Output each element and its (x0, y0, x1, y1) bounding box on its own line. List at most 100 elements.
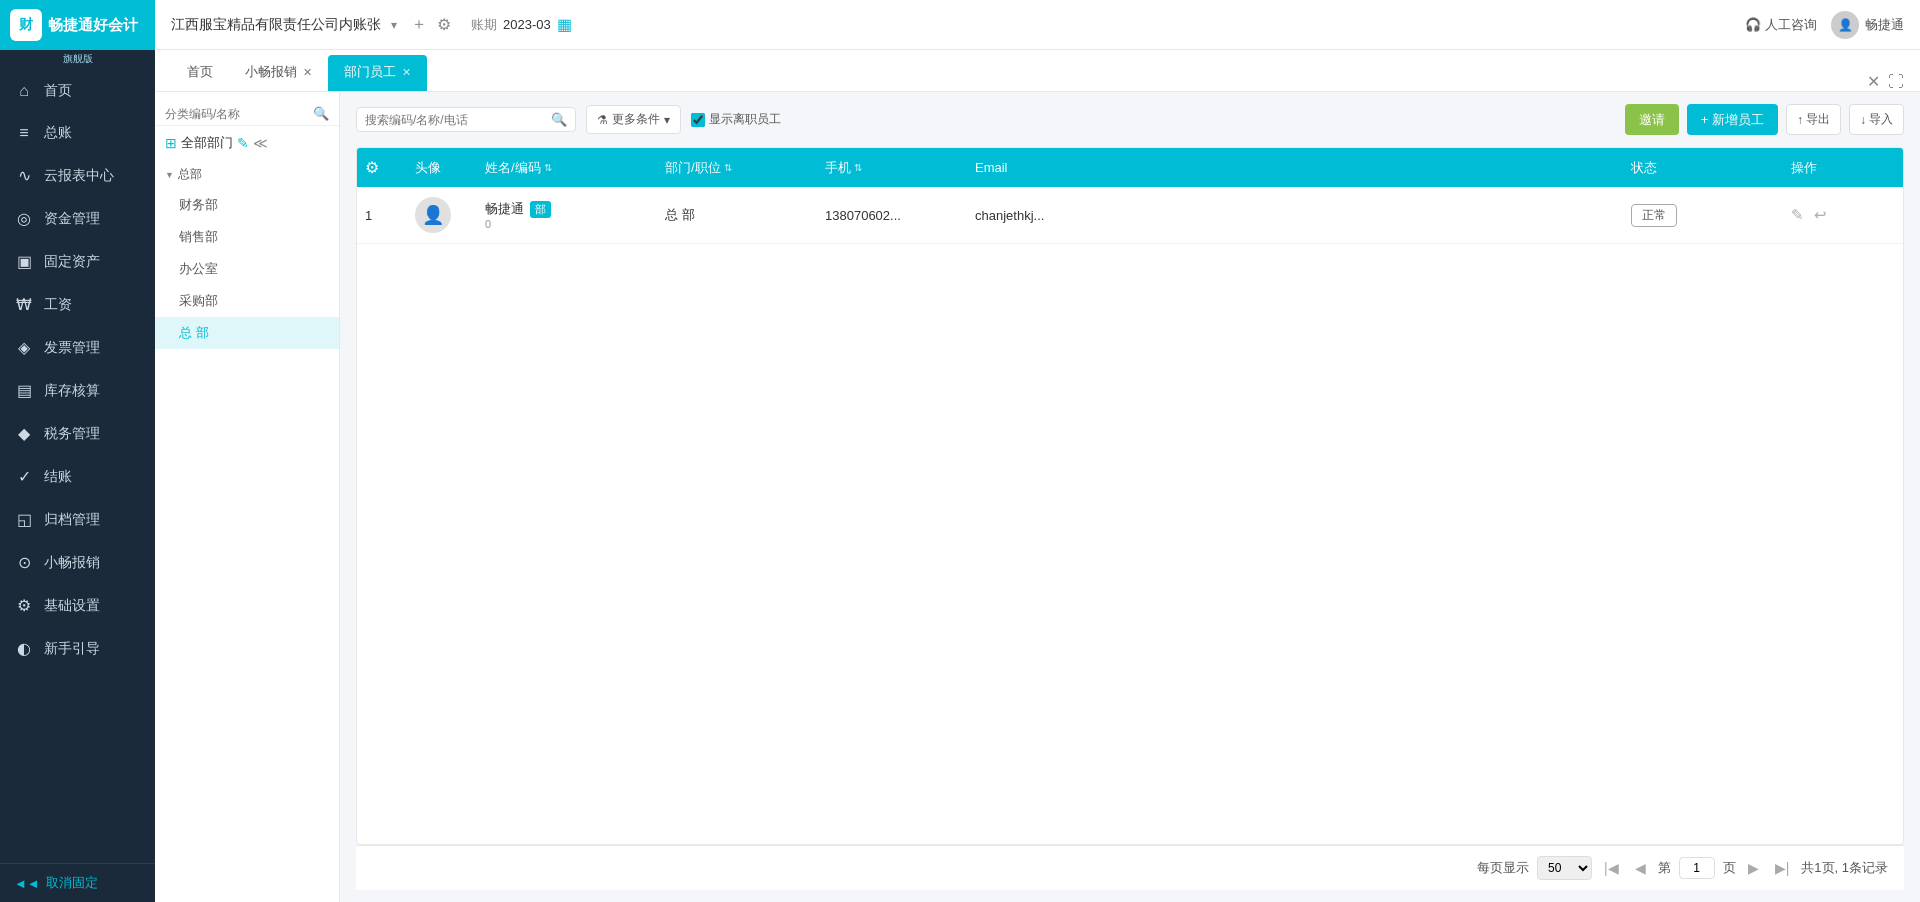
tab-close-all-icon[interactable]: ✕ (1867, 72, 1880, 91)
dept-collapse-icon[interactable]: ≪ (253, 135, 268, 151)
sidebar-item-tax[interactable]: ◆ 税务管理 (0, 412, 155, 455)
tab-expense-close[interactable]: ✕ (303, 66, 312, 79)
page-label: 页 (1723, 859, 1736, 877)
sidebar-item-expense[interactable]: ⊙ 小畅报销 (0, 541, 155, 584)
sidebar-item-checkout[interactable]: ✓ 结账 (0, 455, 155, 498)
sidebar-item-label: 资金管理 (44, 210, 100, 228)
tab-home[interactable]: 首页 (171, 55, 229, 91)
th-email: Email (967, 148, 1623, 187)
user-menu[interactable]: 👤 畅捷通 (1831, 11, 1904, 39)
dept-edit-icon[interactable]: ✎ (237, 135, 249, 151)
sidebar-item-inventory[interactable]: ▤ 库存核算 (0, 369, 155, 412)
dept-action-icons: ✎ ≪ (237, 135, 268, 151)
sidebar-nav: ⌂ 首页 ≡ 总账 ∿ 云报表中心 ◎ 资金管理 ▣ 固定资产 ₩ 工资 ◈ 发… (0, 70, 155, 863)
invoice-icon: ◈ (14, 338, 34, 357)
table-row: 1 👤 畅捷通 部 0 总 部 138070602... (357, 187, 1903, 244)
show-resigned-checkbox[interactable] (691, 113, 705, 127)
dept-item-purchase[interactable]: 采购部 (155, 285, 339, 317)
prev-page-button[interactable]: ◀ (1631, 858, 1650, 878)
sidebar-item-payroll[interactable]: ₩ 工资 (0, 283, 155, 326)
emp-search-icon[interactable]: 🔍 (551, 112, 567, 127)
th-dept-label: 部门/职位 (665, 159, 721, 177)
grid-icon: ⊞ (165, 135, 177, 151)
app-logo: 财 畅捷通好会计 (0, 0, 155, 50)
tab-expand-icon[interactable]: ⛶ (1888, 73, 1904, 91)
sidebar-item-archive[interactable]: ◱ 归档管理 (0, 498, 155, 541)
sidebar-item-settings[interactable]: ⚙ 基础设置 (0, 584, 155, 627)
period-value: 2023-03 (503, 17, 551, 32)
td-status: 正常 (1623, 194, 1783, 237)
reports-icon: ∿ (14, 166, 34, 185)
th-status: 状态 (1623, 148, 1783, 187)
emp-search-input[interactable] (365, 113, 545, 127)
topbar-settings-icon[interactable]: ⚙ (437, 15, 451, 34)
export-button[interactable]: ↑ 导出 (1786, 104, 1841, 135)
payroll-icon: ₩ (14, 295, 34, 314)
logout-icon[interactable]: ↩ (1814, 206, 1827, 224)
td-email: chanjethkj... (967, 198, 1623, 233)
page-input[interactable] (1679, 857, 1715, 879)
page-size-select[interactable]: 50 10 20 100 (1537, 856, 1592, 880)
invite-button[interactable]: 邀请 (1625, 104, 1679, 135)
th-dept-position[interactable]: 部门/职位 ⇅ (657, 148, 817, 187)
th-settings[interactable]: ⚙ (357, 148, 407, 187)
cancel-pin-button[interactable]: ◄◄ 取消固定 (0, 863, 155, 902)
main-area: 江西服宝精品有限责任公司内账张 ▾ ＋ ⚙ 账期 2023-03 ▦ 🎧 人工咨… (155, 0, 1920, 902)
sidebar-item-reports[interactable]: ∿ 云报表中心 (0, 154, 155, 197)
company-dropdown-icon[interactable]: ▾ (391, 18, 397, 32)
dept-tree: 总部 财务部 销售部 办公室 采购部 总 部 (155, 160, 339, 349)
page-di-label: 第 (1658, 859, 1671, 877)
add-emp-button[interactable]: + 新增员工 (1687, 104, 1778, 135)
sidebar-item-invoice[interactable]: ◈ 发票管理 (0, 326, 155, 369)
checkout-icon: ✓ (14, 467, 34, 486)
emp-search-box[interactable]: 🔍 (356, 107, 576, 132)
export-icon: ↑ (1797, 113, 1803, 127)
dept-item-general[interactable]: 总 部 (155, 317, 339, 349)
toolbar: 🔍 ⚗ 更多条件 ▾ 显示离职员工 邀请 + 新增员工 ↑ 导出 (356, 104, 1904, 135)
tab-expense[interactable]: 小畅报销 ✕ (229, 55, 328, 91)
tab-dept-emp-close[interactable]: ✕ (402, 66, 411, 79)
dept-search-input[interactable] (165, 107, 307, 121)
td-dept: 总 部 (657, 196, 817, 234)
sidebar-item-fixed-assets[interactable]: ▣ 固定资产 (0, 240, 155, 283)
next-page-button[interactable]: ▶ (1744, 858, 1763, 878)
sidebar-item-fund[interactable]: ◎ 资金管理 (0, 197, 155, 240)
calendar-icon[interactable]: ▦ (557, 15, 572, 34)
filter-label: 更多条件 (612, 111, 660, 128)
dept-group-root[interactable]: 总部 (155, 160, 339, 189)
dept-search-box[interactable]: 🔍 (155, 102, 339, 126)
td-index: 1 (357, 198, 407, 233)
tabbar: 首页 小畅报销 ✕ 部门员工 ✕ ✕ ⛶ (155, 50, 1920, 92)
sidebar-item-label: 固定资产 (44, 253, 100, 271)
th-phone[interactable]: 手机 ⇅ (817, 148, 967, 187)
last-page-button[interactable]: ▶| (1771, 858, 1794, 878)
dept-search-icon[interactable]: 🔍 (313, 106, 329, 121)
td-name-code: 畅捷通 部 0 (477, 190, 657, 240)
import-button[interactable]: ↓ 导入 (1849, 104, 1904, 135)
sidebar-item-general-ledger[interactable]: ≡ 总账 (0, 112, 155, 154)
fund-icon: ◎ (14, 209, 34, 228)
page-size-label: 每页显示 (1477, 859, 1529, 877)
archive-icon: ◱ (14, 510, 34, 529)
tab-home-label: 首页 (187, 63, 213, 81)
add-company-icon[interactable]: ＋ (411, 14, 427, 35)
all-dept-button[interactable]: ⊞ 全部部门 ✎ ≪ (155, 126, 339, 160)
dept-item-office[interactable]: 办公室 (155, 253, 339, 285)
tab-dept-emp[interactable]: 部门员工 ✕ (328, 55, 427, 91)
th-name-code[interactable]: 姓名/编码 ⇅ (477, 148, 657, 187)
expense-icon: ⊙ (14, 553, 34, 572)
first-page-button[interactable]: |◀ (1600, 858, 1623, 878)
sidebar-item-label: 发票管理 (44, 339, 100, 357)
dept-item-sales[interactable]: 销售部 (155, 221, 339, 253)
dept-item-finance[interactable]: 财务部 (155, 189, 339, 221)
sidebar-item-label: 总账 (44, 124, 72, 142)
right-panel: 🔍 ⚗ 更多条件 ▾ 显示离职员工 邀请 + 新增员工 ↑ 导出 (340, 92, 1920, 902)
consult-button[interactable]: 🎧 人工咨询 (1745, 16, 1817, 34)
filter-button[interactable]: ⚗ 更多条件 ▾ (586, 105, 681, 134)
edit-icon[interactable]: ✎ (1791, 206, 1804, 224)
th-avatar: 头像 (407, 148, 477, 187)
show-resigned-toggle[interactable]: 显示离职员工 (691, 111, 781, 128)
export-label: 导出 (1806, 111, 1830, 128)
sidebar-item-guide[interactable]: ◐ 新手引导 (0, 627, 155, 670)
sidebar-item-home[interactable]: ⌂ 首页 (0, 70, 155, 112)
